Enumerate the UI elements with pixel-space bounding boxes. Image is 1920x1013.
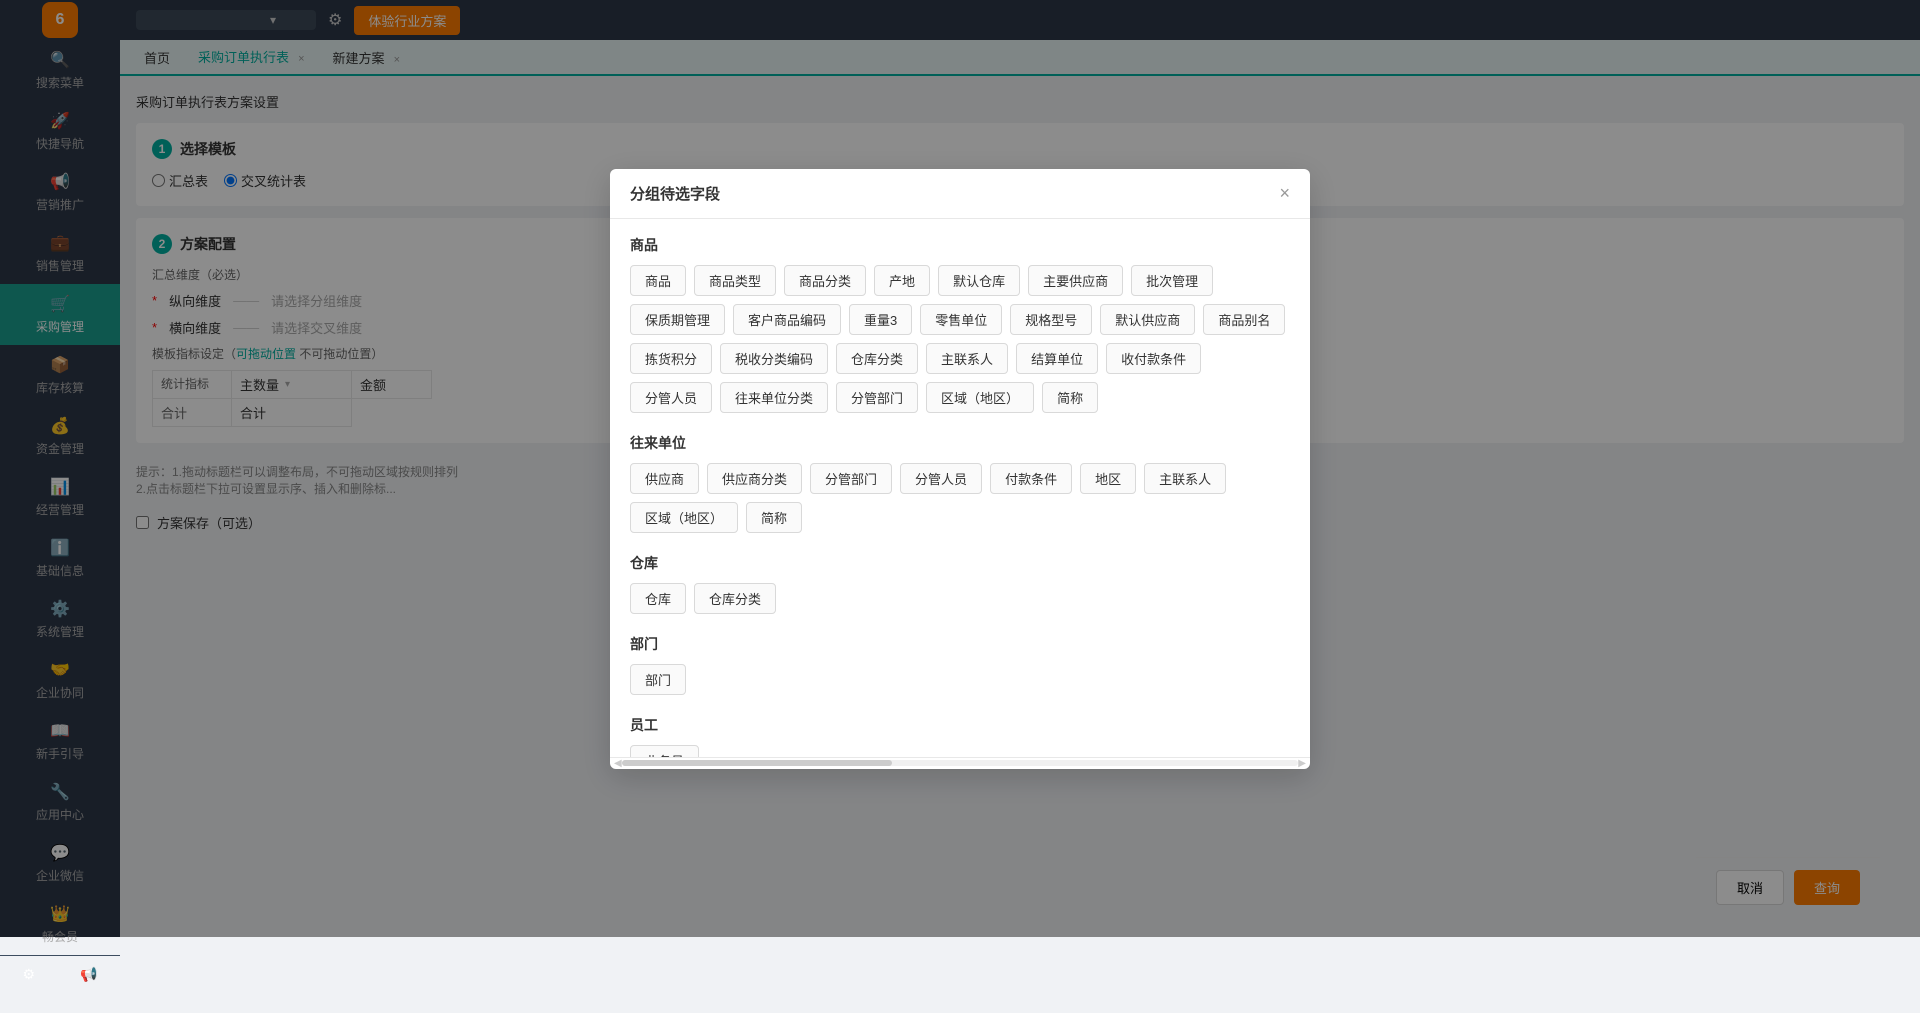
modal-scroll-bar[interactable]: ◀ ▶ (610, 757, 1310, 769)
warehouse-tags: 仓库 仓库分类 (630, 583, 1290, 614)
tag-area[interactable]: 地区 (1080, 463, 1136, 494)
tag-dept[interactable]: 分管部门 (836, 382, 918, 413)
tag-pick-points[interactable]: 拣货积分 (630, 343, 712, 374)
tag-region2[interactable]: 区域（地区） (630, 502, 738, 533)
tag-counterparty-cat[interactable]: 往来单位分类 (720, 382, 828, 413)
tag-warehouse-cat2[interactable]: 仓库分类 (694, 583, 776, 614)
modal-body[interactable]: 商品 商品 商品类型 商品分类 产地 默认仓库 主要供应商 批次管理 保质期管理… (610, 219, 1310, 757)
scroll-track[interactable] (622, 760, 1299, 766)
tag-payment-terms[interactable]: 付款条件 (990, 463, 1072, 494)
tag-tax-code[interactable]: 税收分类编码 (720, 343, 828, 374)
tag-batch-mgmt[interactable]: 批次管理 (1131, 265, 1213, 296)
tag-sup-person[interactable]: 分管人员 (900, 463, 982, 494)
goods-tags: 商品 商品类型 商品分类 产地 默认仓库 主要供应商 批次管理 保质期管理 客户… (630, 265, 1290, 413)
scroll-right-arrow[interactable]: ▶ (1298, 758, 1306, 769)
tag-supplier[interactable]: 供应商 (630, 463, 699, 494)
tag-short-name2[interactable]: 简称 (746, 502, 802, 533)
employee-tags: 业务员 (630, 745, 1290, 757)
tag-expiry-mgmt[interactable]: 保质期管理 (630, 304, 725, 335)
counterparty-tags: 供应商 供应商分类 分管部门 分管人员 付款条件 地区 主联系人 区域（地区） … (630, 463, 1290, 533)
tag-supplier-cat[interactable]: 供应商分类 (707, 463, 802, 494)
section-counterparty-title: 往来单位 (630, 433, 1290, 453)
tag-warehouse[interactable]: 仓库 (630, 583, 686, 614)
modal-close-btn[interactable]: × (1279, 183, 1290, 204)
section-counterparty: 往来单位 供应商 供应商分类 分管部门 分管人员 付款条件 地区 主联系人 区域… (630, 433, 1290, 533)
tag-goods-alias[interactable]: 商品别名 (1203, 304, 1285, 335)
tag-default-supplier[interactable]: 默认供应商 (1100, 304, 1195, 335)
tag-default-warehouse[interactable]: 默认仓库 (938, 265, 1020, 296)
section-employee-title: 员工 (630, 715, 1290, 735)
section-employee: 员工 业务员 (630, 715, 1290, 757)
scroll-left-arrow[interactable]: ◀ (614, 758, 622, 769)
section-dept: 部门 部门 (630, 634, 1290, 695)
tag-dept2[interactable]: 部门 (630, 664, 686, 695)
tag-sup-dept[interactable]: 分管部门 (810, 463, 892, 494)
section-warehouse: 仓库 仓库 仓库分类 (630, 553, 1290, 614)
tag-weight3[interactable]: 重量3 (849, 304, 912, 335)
tag-spec-model[interactable]: 规格型号 (1010, 304, 1092, 335)
modal-overlay: 分组待选字段 × 商品 商品 商品类型 商品分类 产地 默认仓库 主要供应商 批… (0, 0, 1920, 937)
section-dept-title: 部门 (630, 634, 1290, 654)
tag-goods-type[interactable]: 商品类型 (694, 265, 776, 296)
tag-region[interactable]: 区域（地区） (926, 382, 1034, 413)
tag-customer-code[interactable]: 客户商品编码 (733, 304, 841, 335)
tag-main-contact2[interactable]: 主联系人 (1144, 463, 1226, 494)
tag-origin[interactable]: 产地 (874, 265, 930, 296)
tag-main-supplier[interactable]: 主要供应商 (1028, 265, 1123, 296)
tag-warehouse-cat[interactable]: 仓库分类 (836, 343, 918, 374)
modal-title: 分组待选字段 (630, 183, 720, 204)
section-goods-title: 商品 (630, 235, 1290, 255)
tag-supervisor[interactable]: 分管人员 (630, 382, 712, 413)
field-select-modal: 分组待选字段 × 商品 商品 商品类型 商品分类 产地 默认仓库 主要供应商 批… (610, 169, 1310, 769)
section-warehouse-title: 仓库 (630, 553, 1290, 573)
modal-header: 分组待选字段 × (610, 169, 1310, 219)
tag-pay-terms[interactable]: 收付款条件 (1106, 343, 1201, 374)
tag-goods[interactable]: 商品 (630, 265, 686, 296)
tag-main-contact[interactable]: 主联系人 (926, 343, 1008, 374)
tag-goods-cat[interactable]: 商品分类 (784, 265, 866, 296)
dept-tags: 部门 (630, 664, 1290, 695)
section-goods: 商品 商品 商品类型 商品分类 产地 默认仓库 主要供应商 批次管理 保质期管理… (630, 235, 1290, 413)
tag-settle-unit[interactable]: 结算单位 (1016, 343, 1098, 374)
scroll-thumb (622, 760, 893, 766)
tag-retail-unit[interactable]: 零售单位 (920, 304, 1002, 335)
tag-sales[interactable]: 业务员 (630, 745, 699, 757)
tag-short-name[interactable]: 简称 (1042, 382, 1098, 413)
